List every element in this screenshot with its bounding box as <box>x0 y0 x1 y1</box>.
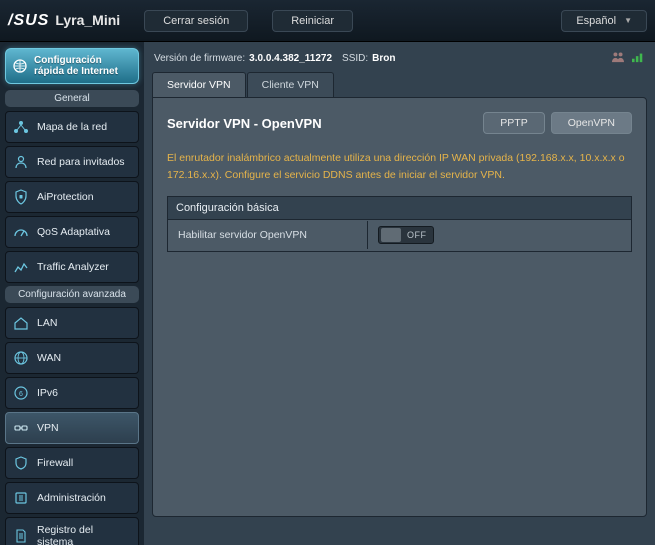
svg-text:6: 6 <box>19 391 23 398</box>
toggle-knob <box>381 228 401 242</box>
brand: /SUS Lyra_Mini <box>8 12 120 30</box>
link-status-icon[interactable] <box>631 51 645 66</box>
sidebar-item-label: Mapa de la red <box>37 121 107 133</box>
sidebar: Configuración rápida de Internet General… <box>0 42 144 545</box>
page-title: Servidor VPN - OpenVPN <box>167 116 483 131</box>
protocol-openvpn-button[interactable]: OpenVPN <box>551 112 632 134</box>
sidebar-item-lan[interactable]: LAN <box>5 307 139 339</box>
sidebar-item-ipv6[interactable]: 6 IPv6 <box>5 377 139 409</box>
sidebar-item-label: Registro del sistema <box>37 524 132 545</box>
logout-button[interactable]: Cerrar sesión <box>144 10 248 32</box>
gear-globe-icon <box>12 57 28 75</box>
toggle-state: OFF <box>407 230 427 240</box>
language-dropdown[interactable]: Español ▼ <box>561 10 647 32</box>
sidebar-item-vpn[interactable]: VPN <box>5 412 139 444</box>
protocol-pptp-button[interactable]: PPTP <box>483 112 544 134</box>
ssid-label: SSID: <box>342 53 368 64</box>
content-card: Servidor VPN - OpenVPN PPTP OpenVPN El e… <box>152 97 647 517</box>
users-icon[interactable] <box>611 51 625 66</box>
setting-enable-openvpn: Habilitar servidor OpenVPN OFF <box>167 220 632 252</box>
app-header: /SUS Lyra_Mini Cerrar sesión Reiniciar E… <box>0 0 655 42</box>
sidebar-item-label: AiProtection <box>37 191 94 203</box>
ssid-value: Bron <box>372 53 395 64</box>
sidebar-item-system-log[interactable]: Registro del sistema <box>5 517 139 545</box>
sidebar-item-label: Traffic Analyzer <box>37 261 109 273</box>
sidebar-section-general: General <box>5 90 139 107</box>
wan-ip-warning: El enrutador inalámbrico actualmente uti… <box>167 144 632 196</box>
tab-vpn-client[interactable]: Cliente VPN <box>247 72 334 97</box>
fw-version: 3.0.0.4.382_11272 <box>249 53 332 64</box>
section-basic-config: Configuración básica <box>167 196 632 220</box>
sidebar-item-wan[interactable]: WAN <box>5 342 139 374</box>
analyzer-icon <box>12 258 30 276</box>
sidebar-item-label: WAN <box>37 352 61 364</box>
sidebar-item-label: LAN <box>37 317 57 329</box>
shield-icon <box>12 188 30 206</box>
sidebar-item-label: Firewall <box>37 457 73 469</box>
quick-setup-button[interactable]: Configuración rápida de Internet <box>5 48 139 84</box>
openvpn-toggle[interactable]: OFF <box>378 226 434 244</box>
admin-icon <box>12 489 30 507</box>
vpn-tabs: Servidor VPN Cliente VPN <box>152 72 647 97</box>
sidebar-item-network-map[interactable]: Mapa de la red <box>5 111 139 143</box>
sidebar-item-traffic-analyzer[interactable]: Traffic Analyzer <box>5 251 139 283</box>
tab-vpn-server[interactable]: Servidor VPN <box>152 72 246 97</box>
network-map-icon <box>12 118 30 136</box>
setting-label: Habilitar servidor OpenVPN <box>168 221 368 249</box>
guest-icon <box>12 153 30 171</box>
firewall-icon <box>12 454 30 472</box>
sidebar-item-firewall[interactable]: Firewall <box>5 447 139 479</box>
home-icon <box>12 314 30 332</box>
globe-icon <box>12 349 30 367</box>
sidebar-item-label: VPN <box>37 422 59 434</box>
vpn-icon <box>12 419 30 437</box>
sidebar-item-administration[interactable]: Administración <box>5 482 139 514</box>
model-name: Lyra_Mini <box>55 12 120 28</box>
reboot-button[interactable]: Reiniciar <box>272 10 353 32</box>
sidebar-item-aiprotection[interactable]: AiProtection <box>5 181 139 213</box>
sidebar-item-guest-network[interactable]: Red para invitados <box>5 146 139 178</box>
globe6-icon: 6 <box>12 384 30 402</box>
sidebar-item-label: Red para invitados <box>37 156 125 168</box>
language-label: Español <box>576 15 616 27</box>
sidebar-item-label: QoS Adaptativa <box>37 226 110 238</box>
sidebar-item-label: IPv6 <box>37 387 58 399</box>
gauge-icon <box>12 223 30 241</box>
log-icon <box>12 527 30 545</box>
sidebar-item-label: Administración <box>37 492 106 504</box>
sidebar-section-advanced: Configuración avanzada <box>5 286 139 303</box>
firmware-info: Versión de firmware: 3.0.0.4.382_11272 S… <box>152 48 647 72</box>
fw-label: Versión de firmware: <box>154 53 245 64</box>
sidebar-item-qos[interactable]: QoS Adaptativa <box>5 216 139 248</box>
asus-logo: /SUS <box>8 12 49 30</box>
quick-setup-label: Configuración rápida de Internet <box>34 55 132 77</box>
chevron-down-icon: ▼ <box>624 16 632 25</box>
main-content: Versión de firmware: 3.0.0.4.382_11272 S… <box>144 42 655 545</box>
